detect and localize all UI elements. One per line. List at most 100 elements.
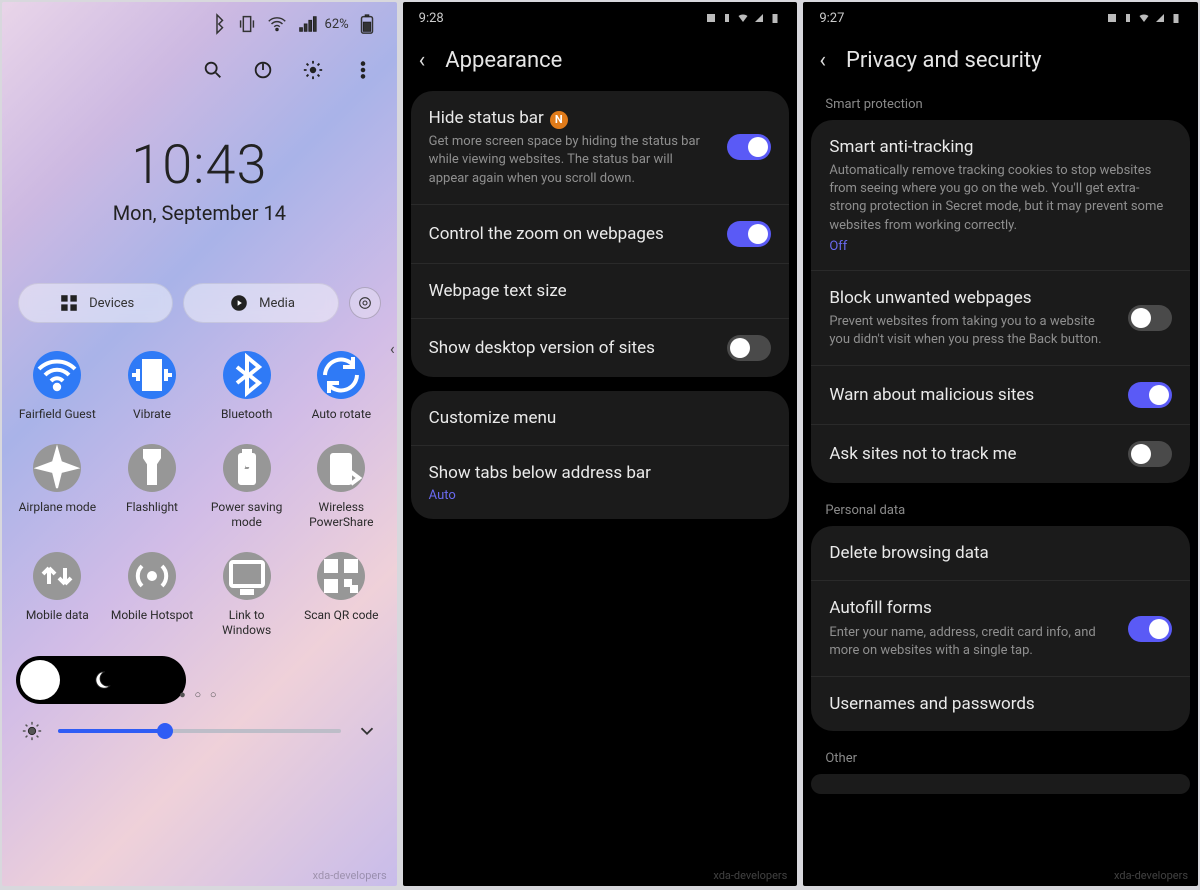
devices-pill[interactable]: Devices (18, 283, 173, 323)
tile-vibrate[interactable]: Vibrate (105, 351, 200, 422)
power-icon[interactable] (251, 58, 275, 82)
tile-label: Wireless PowerShare (299, 500, 383, 530)
tile-label: Mobile Hotspot (111, 608, 193, 623)
privacy-group-1: Smart anti-tracking Automatically remove … (811, 120, 1190, 483)
watermark: xda-developers (313, 869, 387, 882)
watermark: xda-developers (1114, 869, 1188, 882)
row-title: Usernames and passwords (829, 693, 1172, 715)
brightness-slider[interactable] (58, 729, 341, 733)
toggle-switch[interactable] (727, 221, 771, 247)
vibrate-status-icon (235, 12, 259, 36)
media-label: Media (259, 296, 295, 311)
settings-row[interactable]: Customize menu (411, 391, 790, 446)
tile-flashlight[interactable]: Flashlight (105, 444, 200, 530)
tile-label: Link to Windows (205, 608, 289, 638)
toggle-switch[interactable] (1128, 305, 1172, 331)
row-title: Warn about malicious sites (829, 384, 1116, 406)
status-time: 9:27 (819, 11, 844, 26)
media-output-button[interactable] (349, 287, 381, 319)
row-desc: Get more screen space by hiding the stat… (429, 133, 716, 188)
settings-row[interactable]: Webpage text size (411, 264, 790, 319)
back-icon[interactable]: ‹ (819, 48, 826, 73)
mdata-icon (33, 552, 81, 600)
toggle-switch[interactable] (1128, 382, 1172, 408)
back-icon[interactable]: ‹ (419, 48, 426, 73)
row-title: Webpage text size (429, 280, 772, 302)
tile-label: Vibrate (133, 407, 171, 422)
bluetooth-status-icon (205, 12, 229, 36)
status-bar: 62% (2, 2, 397, 46)
hotspot-icon (128, 552, 176, 600)
page-title: Appearance (445, 48, 562, 73)
tile-qr[interactable]: Scan QR code (294, 552, 389, 638)
media-pill[interactable]: Media (183, 283, 338, 323)
screen-header: ‹ Appearance (403, 34, 798, 91)
tile-mdata[interactable]: Mobile data (10, 552, 105, 638)
battery-icon (223, 444, 271, 492)
devices-icon (57, 291, 81, 315)
settings-row[interactable]: Show tabs below address barAuto (411, 446, 790, 519)
chevron-down-icon[interactable] (355, 719, 379, 743)
tile-powershare[interactable]: Wireless PowerShare (294, 444, 389, 530)
settings-row[interactable]: Ask sites not to track me (811, 425, 1190, 483)
bluetooth-icon (223, 351, 271, 399)
overflow-icon[interactable] (351, 58, 375, 82)
row-value: Auto (429, 488, 772, 503)
device-media-row: Devices Media (2, 233, 397, 333)
settings-row[interactable]: Hide status barN Get more screen space by… (411, 91, 790, 205)
tile-hotspot[interactable]: Mobile Hotspot (105, 552, 200, 638)
settings-row[interactable]: Warn about malicious sites (811, 366, 1190, 425)
media-icon (227, 291, 251, 315)
settings-row[interactable]: Block unwanted webpages Prevent websites … (811, 271, 1190, 366)
tile-link[interactable]: Link to Windows (199, 552, 294, 638)
link-icon (223, 552, 271, 600)
toggle-switch[interactable] (1128, 441, 1172, 467)
clock-date: Mon, September 14 (2, 201, 397, 225)
tile-rotate[interactable]: Auto rotate (294, 351, 389, 422)
row-desc: Automatically remove tracking cookies to… (829, 162, 1172, 235)
tile-bluetooth[interactable]: Bluetooth (199, 351, 294, 422)
expand-caret-icon[interactable]: ‹ (390, 339, 395, 358)
settings-row[interactable]: Show desktop version of sites (411, 319, 790, 377)
settings-row[interactable]: Delete browsing data (811, 526, 1190, 581)
signal-status-icon (753, 12, 765, 24)
section-other: Other (803, 745, 1198, 774)
quick-tile-grid: ‹ Fairfield Guest Vibrate BluetoothAuto ro… (2, 333, 397, 638)
row-title: Autofill forms (829, 597, 1116, 619)
tile-wifi[interactable]: Fairfield Guest (10, 351, 105, 422)
settings-row[interactable]: Autofill formsEnter your name, address, … (811, 581, 1190, 676)
gear-icon[interactable] (301, 58, 325, 82)
tile-label: Scan QR code (304, 608, 378, 623)
brightness-row (2, 701, 397, 743)
wifi-icon (33, 351, 81, 399)
row-title: Block unwanted webpages (829, 287, 1116, 309)
row-title: Customize menu (429, 407, 772, 429)
privacy-group-3 (811, 774, 1190, 794)
vibrate-status-icon (1122, 12, 1134, 24)
screen-header: ‹ Privacy and security (803, 34, 1198, 91)
settings-row[interactable]: Usernames and passwords (811, 677, 1190, 731)
toggle-switch[interactable] (727, 335, 771, 361)
row-title: Hide status barN (429, 107, 716, 129)
toggle-switch[interactable] (1128, 616, 1172, 642)
settings-row[interactable]: Control the zoom on webpages (411, 205, 790, 264)
vibrate-status-icon (721, 12, 733, 24)
tile-airplane[interactable]: Airplane mode (10, 444, 105, 530)
settings-row[interactable]: Smart anti-tracking Automatically remove … (811, 120, 1190, 271)
toggle-switch[interactable] (727, 134, 771, 160)
privacy-settings-screen: 9:27 ‹ Privacy and security Smart protec… (803, 2, 1198, 886)
search-icon[interactable] (201, 58, 225, 82)
quick-actions-row (2, 46, 397, 86)
quick-settings-panel: 62% 10:43 Mon, September 14 Devices Medi… (2, 2, 397, 886)
row-title: Ask sites not to track me (829, 443, 1116, 465)
powershare-icon (317, 444, 365, 492)
airplane-icon (33, 444, 81, 492)
row-desc: Prevent websites from taking you to a we… (829, 313, 1116, 349)
row-title: Smart anti-tracking (829, 136, 1172, 158)
tile-label: Airplane mode (19, 500, 96, 515)
signal-status-icon (1154, 12, 1166, 24)
status-bar: 9:27 (803, 2, 1198, 34)
tile-battery[interactable]: Power saving mode (199, 444, 294, 530)
status-bar: 9:28 (403, 2, 798, 34)
row-title: Control the zoom on webpages (429, 223, 716, 245)
